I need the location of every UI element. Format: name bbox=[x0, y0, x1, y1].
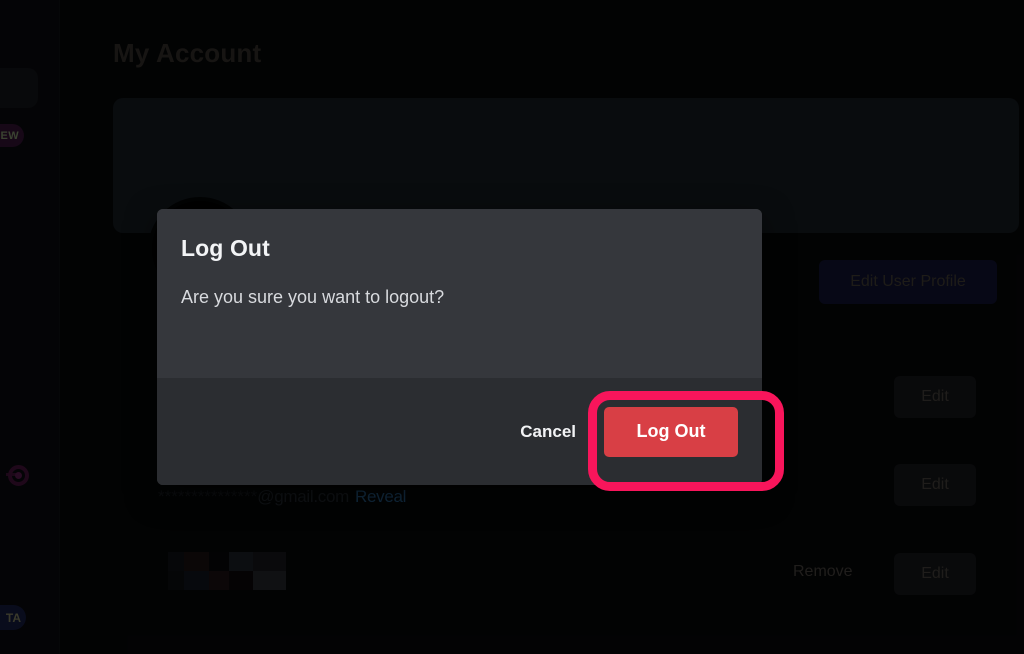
dialog-footer: Cancel Log Out bbox=[157, 378, 762, 485]
logout-dialog: Log Out Are you sure you want to logout?… bbox=[157, 209, 762, 485]
cancel-button[interactable]: Cancel bbox=[516, 414, 580, 450]
dialog-body: Log Out Are you sure you want to logout? bbox=[157, 209, 762, 378]
confirm-logout-button[interactable]: Log Out bbox=[604, 406, 738, 457]
account-settings-screen: NEW TA My Account Edit User Profile Edit… bbox=[0, 0, 1024, 654]
dialog-message: Are you sure you want to logout? bbox=[181, 287, 445, 307]
dialog-title: Log Out bbox=[181, 235, 270, 261]
